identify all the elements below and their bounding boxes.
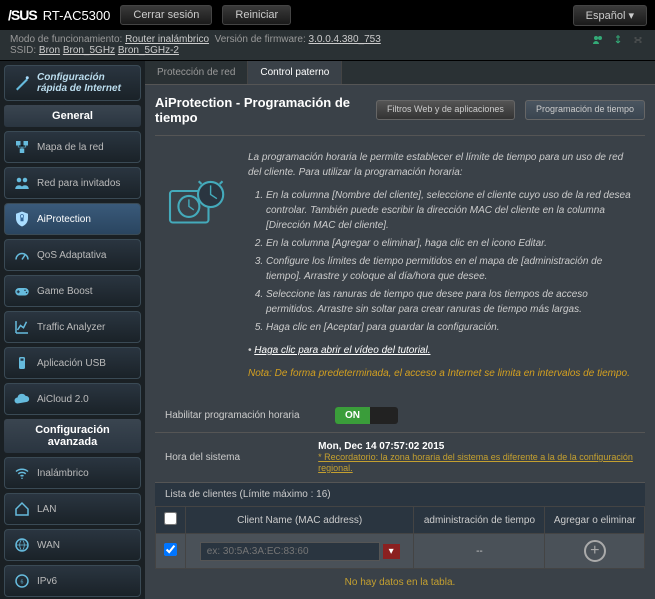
usb-icon: [611, 34, 625, 46]
status-bar: Modo de funcionamiento: Router inalámbri…: [0, 30, 655, 61]
language-select[interactable]: Español ▾: [573, 5, 647, 26]
gauge-icon: [13, 246, 31, 264]
mac-input[interactable]: [200, 542, 380, 561]
cloud-icon: [13, 390, 31, 408]
client-input-row: ▾ -- +: [156, 534, 645, 569]
row-checkbox[interactable]: [164, 543, 177, 556]
no-data-message: No hay datos en la tabla.: [155, 569, 645, 596]
wifi-icon: [13, 464, 31, 482]
sidebar-item-ipv6[interactable]: 6IPv6: [4, 565, 141, 597]
sidebar-item-usb[interactable]: Aplicación USB: [4, 347, 141, 379]
page-title: AiProtection - Programación de tiempo: [155, 95, 366, 125]
advanced-heading: Configuración avanzada: [4, 419, 141, 453]
clients-table: Client Name (MAC address) administración…: [155, 506, 645, 569]
sidebar-item-aicloud[interactable]: AiCloud 2.0: [4, 383, 141, 415]
wand-icon: [13, 74, 31, 92]
ssid-2[interactable]: Bron_5GHz: [63, 45, 115, 56]
sidebar-item-lan[interactable]: LAN: [4, 493, 141, 525]
ssid-1[interactable]: Bron: [39, 45, 60, 56]
gamepad-icon: [13, 282, 31, 300]
sidebar-item-traffic[interactable]: Traffic Analyzer: [4, 311, 141, 343]
sidebar: Configuración rápida de Internet General…: [0, 61, 145, 599]
sidebar-item-wireless[interactable]: Inalámbrico: [4, 457, 141, 489]
brand-logo: /SUS RT-AC5300: [8, 7, 110, 23]
link-icon: [631, 34, 645, 46]
client-icon: [591, 34, 605, 46]
clock-icon: [163, 170, 233, 240]
guest-icon: [13, 174, 31, 192]
clients-heading: Lista de clientes (Límite máximo : 16): [155, 483, 645, 506]
system-time-label: Hora del sistema: [165, 452, 318, 463]
sidebar-item-gameboost[interactable]: Game Boost: [4, 275, 141, 307]
logout-button[interactable]: Cerrar sesión: [120, 5, 212, 25]
globe-icon: [13, 536, 31, 554]
usb-app-icon: [13, 354, 31, 372]
sidebar-item-network-map[interactable]: Mapa de la red: [4, 131, 141, 163]
op-mode-link[interactable]: Router inalámbrico: [125, 34, 209, 45]
ipv6-icon: 6: [13, 572, 31, 590]
schedule-button[interactable]: Programación de tiempo: [525, 100, 645, 120]
timezone-reminder-link[interactable]: * Recordatorio: la zona horaria del sist…: [318, 452, 633, 473]
col-time-admin: administración de tiempo: [414, 507, 545, 534]
col-add-remove: Agregar o eliminar: [545, 507, 645, 534]
tutorial-link[interactable]: Haga clic para abrir el vídeo del tutori…: [254, 345, 430, 356]
reboot-button[interactable]: Reiniciar: [222, 5, 291, 25]
tab-parental-control[interactable]: Control paterno: [248, 61, 342, 84]
system-time-value: Mon, Dec 14 07:57:02 2015: [318, 441, 635, 452]
time-admin-cell: --: [414, 534, 545, 569]
intro-text: La programación horaria le permite estab…: [248, 150, 637, 381]
shield-icon: [13, 210, 31, 228]
main-panel: Protección de red Control paterno AiProt…: [145, 61, 655, 599]
enable-label: Habilitar programación horaria: [165, 410, 335, 421]
filters-button[interactable]: Filtros Web y de aplicaciones: [376, 100, 515, 120]
note-text: Nota: De forma predeterminada, el acceso…: [248, 366, 637, 381]
sidebar-item-wan[interactable]: WAN: [4, 529, 141, 561]
top-bar: /SUS RT-AC5300 Cerrar sesión Reiniciar E…: [0, 0, 655, 30]
client-dropdown-button[interactable]: ▾: [383, 544, 400, 559]
fw-link[interactable]: 3.0.0.4.380_753: [309, 34, 381, 45]
svg-text:6: 6: [21, 579, 24, 585]
chart-icon: [13, 318, 31, 336]
tab-strip: Protección de red Control paterno: [145, 61, 655, 85]
sidebar-item-guest[interactable]: Red para invitados: [4, 167, 141, 199]
general-heading: General: [4, 105, 141, 127]
add-client-button[interactable]: +: [584, 540, 606, 562]
home-icon: [13, 500, 31, 518]
enable-toggle[interactable]: ON: [335, 407, 398, 424]
ssid-3[interactable]: Bron_5GHz-2: [118, 45, 179, 56]
map-icon: [13, 138, 31, 156]
sidebar-item-aiprotection[interactable]: AiProtection: [4, 203, 141, 235]
quick-setup-button[interactable]: Configuración rápida de Internet: [4, 65, 141, 101]
select-all-checkbox[interactable]: [164, 512, 177, 525]
sidebar-item-qos[interactable]: QoS Adaptativa: [4, 239, 141, 271]
tab-network-protection[interactable]: Protección de red: [145, 61, 248, 84]
col-client-name: Client Name (MAC address): [186, 507, 414, 534]
